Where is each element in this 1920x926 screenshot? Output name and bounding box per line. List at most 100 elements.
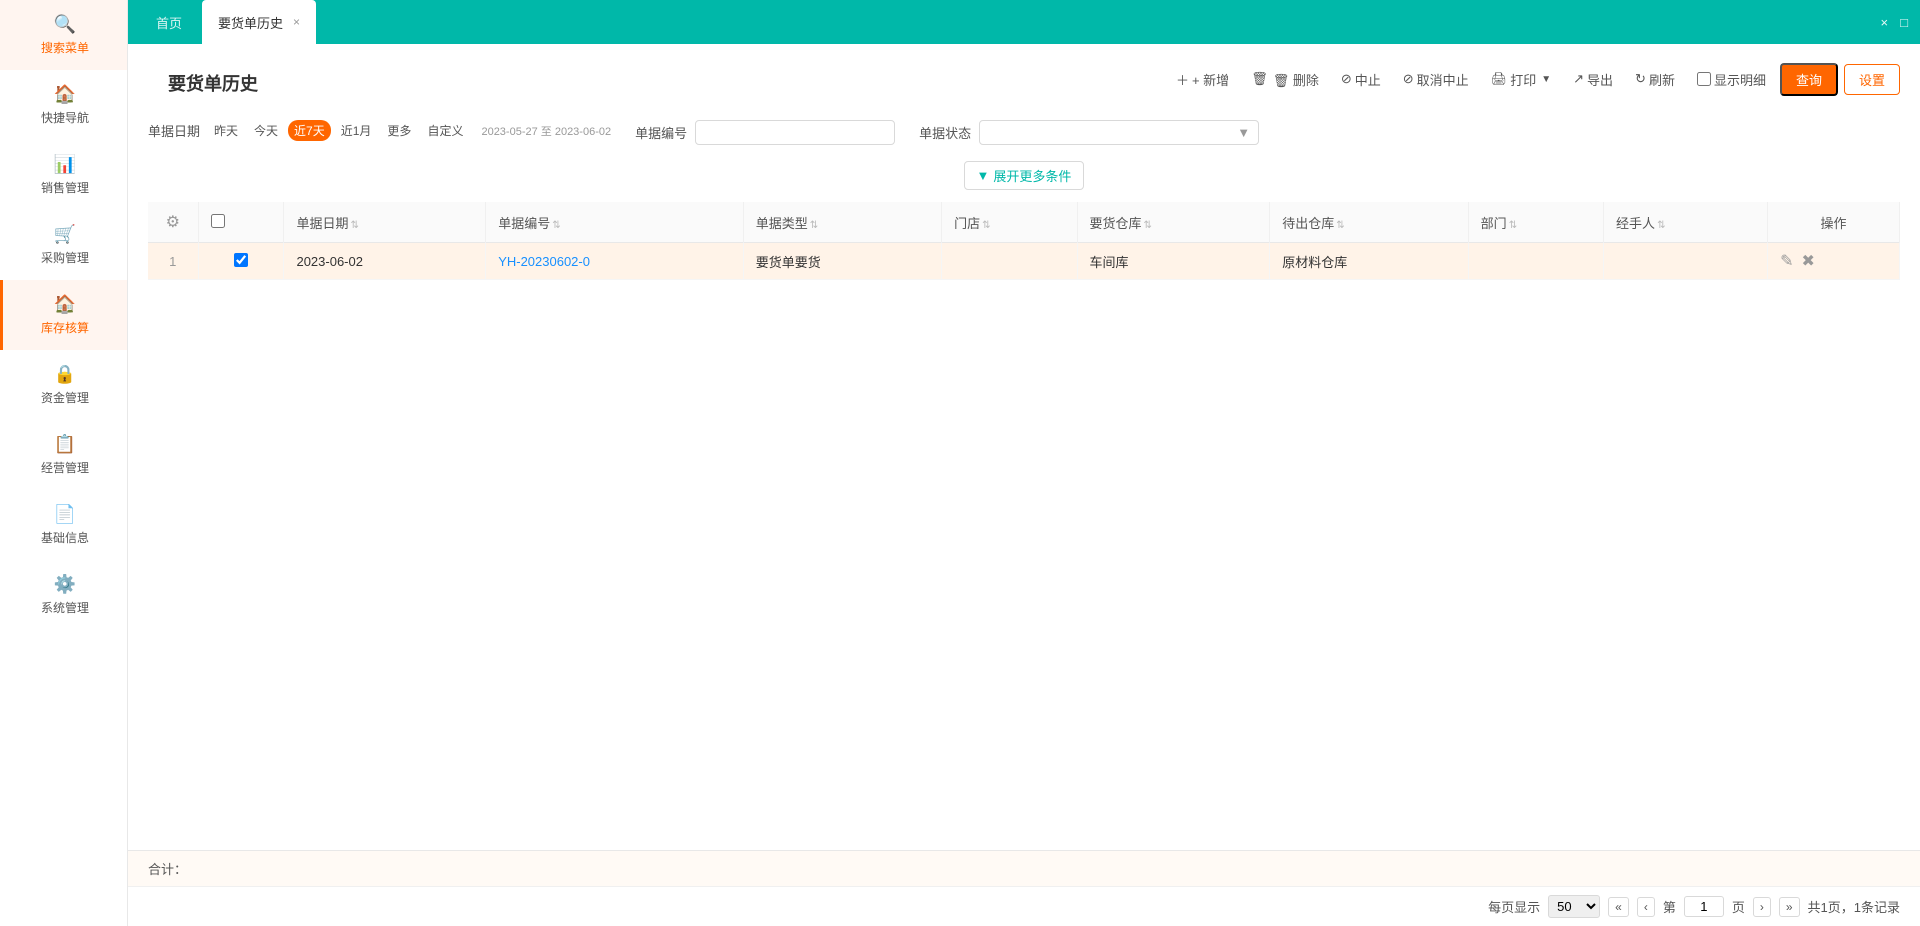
row-pending-warehouse: 原材料仓库 [1270, 243, 1468, 280]
sidebar-item-quick-nav[interactable]: 🏠 快捷导航 [0, 70, 127, 140]
settings-button[interactable]: 设置 [1844, 64, 1900, 95]
action-icons: ✎ ✖ [1780, 251, 1887, 271]
add-icon: ＋ [1176, 70, 1189, 89]
cancel-stop-label: 取消中止 [1417, 70, 1469, 89]
delete-icon: 🗑 [1251, 71, 1268, 87]
basic-info-icon: 📄 [54, 504, 76, 525]
sidebar-item-finance-mgmt[interactable]: 🔒 资金管理 [0, 350, 127, 420]
pending-wh-sort-icon[interactable]: ⇅ [1336, 220, 1344, 231]
topbar-maximize-button[interactable]: □ [1900, 15, 1908, 30]
prev-page-button[interactable]: ‹ [1637, 897, 1655, 917]
row-handler [1604, 243, 1768, 280]
refresh-button[interactable]: ↻ 刷新 [1627, 66, 1683, 93]
tab-home[interactable]: 首页 [140, 0, 198, 44]
query-button[interactable]: 查询 [1780, 63, 1838, 96]
print-arrow-icon: ▼ [1541, 74, 1551, 85]
export-label: 导出 [1587, 70, 1613, 89]
col-req-warehouse: 要货仓库⇅ [1077, 202, 1270, 243]
date-btn-today[interactable]: 今天 [248, 120, 284, 141]
page-info: 共1页，1条记录 [1808, 897, 1900, 916]
print-label: 打印 [1510, 70, 1536, 89]
col-doc-type: 单据类型⇅ [743, 202, 941, 243]
dept-sort-icon[interactable]: ⇅ [1509, 220, 1517, 231]
col-checkbox [198, 202, 284, 243]
sidebar-item-system-mgmt[interactable]: ⚙️ 系统管理 [0, 560, 127, 630]
req-wh-sort-icon[interactable]: ⇅ [1144, 220, 1152, 231]
sidebar-item-operations-mgmt[interactable]: 📋 经营管理 [0, 420, 127, 490]
add-button[interactable]: ＋ + 新增 [1168, 66, 1237, 93]
add-label: + 新增 [1192, 70, 1229, 89]
date-btn-more[interactable]: 更多 [381, 120, 417, 141]
cancel-stop-button[interactable]: ⊘ 取消中止 [1395, 66, 1477, 93]
tab-active[interactable]: 要货单历史 × [202, 0, 316, 44]
column-settings-icon[interactable]: ⚙ [166, 214, 180, 231]
date-btn-custom[interactable]: 自定义 [421, 120, 469, 141]
col-store: 门店⇅ [942, 202, 1077, 243]
row-delete-icon[interactable]: ✖ [1801, 251, 1814, 271]
query-label: 查询 [1796, 70, 1822, 89]
col-doc-date: 单据日期⇅ [284, 202, 486, 243]
handler-sort-icon[interactable]: ⇅ [1657, 220, 1665, 231]
show-detail-input[interactable] [1697, 72, 1711, 86]
store-sort-icon[interactable]: ⇅ [982, 220, 990, 231]
date-range-value: 2023-05-27 至 2023-06-02 [481, 123, 611, 139]
doc-number-sort-icon[interactable]: ⇅ [552, 220, 560, 231]
row-doc-date: 2023-06-02 [284, 243, 486, 280]
expand-more-button[interactable]: ▼ 展开更多条件 [964, 161, 1085, 190]
expand-label: 展开更多条件 [993, 166, 1071, 185]
delete-button[interactable]: 🗑 🗑 删除 [1243, 66, 1327, 93]
data-table: ⚙ 单据日期⇅ 单据编号⇅ 单据类型⇅ [148, 202, 1900, 280]
print-button[interactable]: 🖨 打印 ▼ [1483, 66, 1559, 93]
sidebar-item-label: 销售管理 [41, 179, 89, 196]
main-content: 首页 要货单历史 × × □ 要货单历史 ＋ + 新增 🗑 🗑 删除 [128, 0, 1920, 926]
stop-label: 中止 [1355, 70, 1381, 89]
stop-button[interactable]: ⊘ 中止 [1333, 66, 1389, 93]
tab-active-label: 要货单历史 [218, 13, 283, 32]
topbar-minimize-button[interactable]: × [1881, 15, 1889, 30]
doc-date-sort-icon[interactable]: ⇅ [350, 220, 358, 231]
row-store [942, 243, 1077, 280]
date-btn-last7days[interactable]: 近7天 [288, 120, 331, 141]
tab-close-button[interactable]: × [293, 15, 300, 29]
topbar: 首页 要货单历史 × × □ [128, 0, 1920, 44]
col-department: 部门⇅ [1468, 202, 1603, 243]
sidebar-item-label: 搜索菜单 [41, 39, 89, 56]
filter-row-1: 单据日期 昨天 今天 近7天 近1月 更多 自定义 2023-05-27 至 2… [148, 120, 1900, 145]
delete-label: 🗑 删除 [1273, 70, 1319, 89]
doc-type-sort-icon[interactable]: ⇅ [810, 220, 818, 231]
show-detail-checkbox[interactable]: 显示明细 [1689, 66, 1774, 93]
sidebar-item-basic-info[interactable]: 📄 基础信息 [0, 490, 127, 560]
last-page-button[interactable]: » [1779, 897, 1800, 917]
content-area: 要货单历史 ＋ + 新增 🗑 🗑 删除 ⊘ 中止 ⊘ 取消中止 [128, 44, 1920, 926]
sidebar-item-search-menu[interactable]: 🔍 搜索菜单 [0, 0, 127, 70]
row-checkbox[interactable] [234, 253, 248, 267]
date-range-buttons: 昨天 今天 近7天 近1月 更多 自定义 [208, 120, 469, 141]
first-page-button[interactable]: « [1608, 897, 1629, 917]
refresh-label: 刷新 [1649, 70, 1675, 89]
export-button[interactable]: ↗ 导出 [1565, 66, 1621, 93]
sidebar-item-label: 快捷导航 [41, 109, 89, 126]
doc-number-link[interactable]: YH-20230602-0 [498, 254, 590, 269]
date-btn-last1month[interactable]: 近1月 [335, 120, 378, 141]
expand-icon: ▼ [977, 168, 990, 183]
row-edit-icon[interactable]: ✎ [1780, 251, 1793, 271]
next-page-button[interactable]: › [1753, 897, 1771, 917]
page-size-label: 每页显示 [1488, 897, 1540, 916]
page-title: 要货单历史 [148, 54, 278, 104]
row-num: 1 [148, 243, 198, 280]
row-department [1468, 243, 1603, 280]
select-all-checkbox[interactable] [211, 214, 225, 228]
purchase-icon: 🛒 [54, 224, 76, 245]
doc-number-input[interactable] [695, 120, 895, 145]
inventory-icon: 🏠 [54, 294, 76, 315]
sidebar-item-inventory-calc[interactable]: 🏠 库存核算 [0, 280, 127, 350]
operations-icon: 📋 [54, 434, 76, 455]
doc-status-label: 单据状态 [919, 123, 971, 142]
sidebar-item-sales-mgmt[interactable]: 📊 销售管理 [0, 140, 127, 210]
page-size-select[interactable]: 10 20 50 100 [1548, 895, 1600, 918]
doc-status-select[interactable]: ▼ [979, 120, 1259, 145]
page-number-input[interactable] [1684, 896, 1724, 917]
date-btn-yesterday[interactable]: 昨天 [208, 120, 244, 141]
sidebar-item-purchase-mgmt[interactable]: 🛒 采购管理 [0, 210, 127, 280]
system-icon: ⚙️ [54, 574, 76, 595]
